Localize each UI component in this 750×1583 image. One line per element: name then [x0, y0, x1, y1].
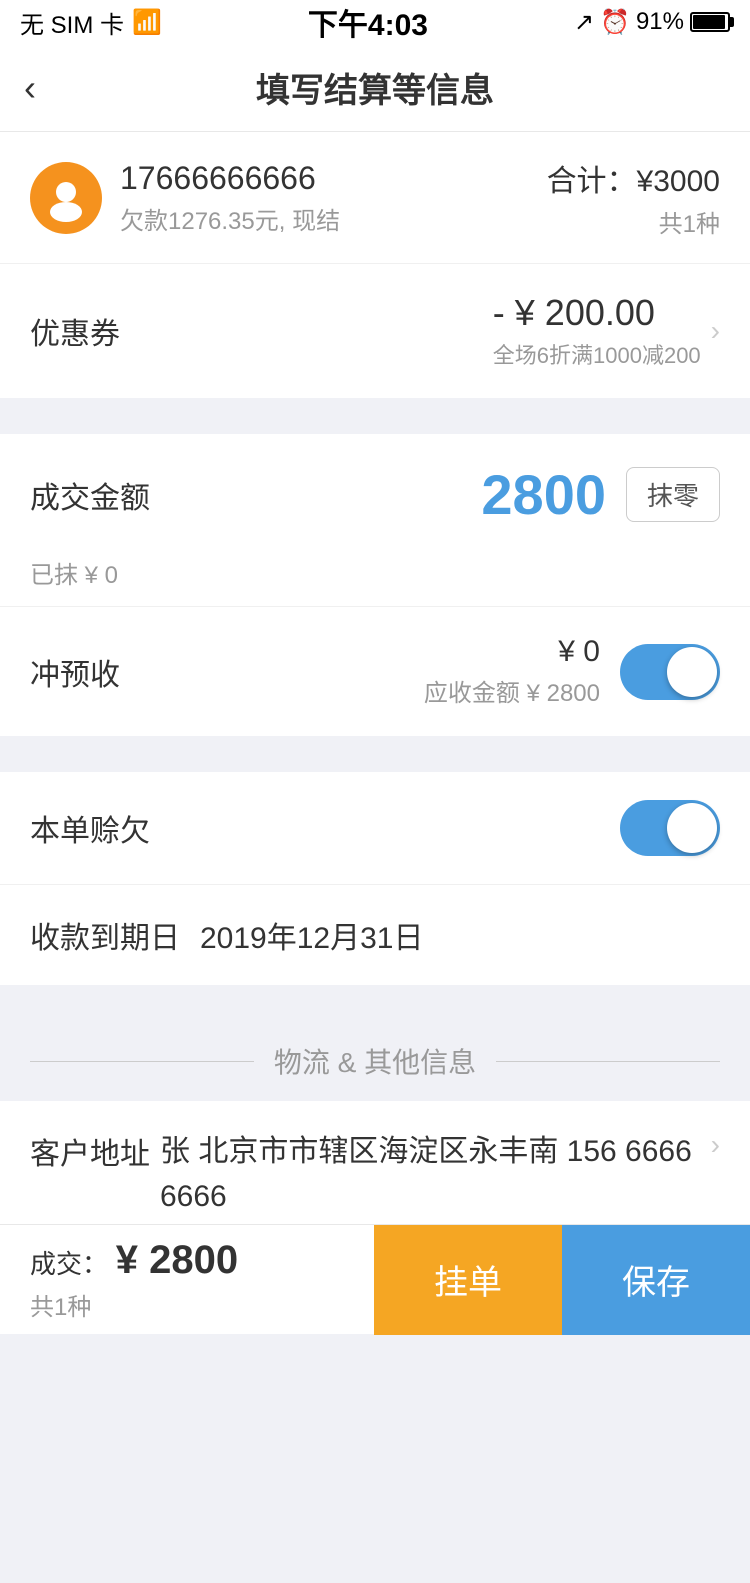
due-date-label: 收款到期日: [30, 913, 180, 957]
status-time: 下午4:03: [308, 0, 428, 44]
coupon-amount: - ¥ 200.00: [493, 292, 701, 334]
bottom-count: 共1种: [30, 1287, 344, 1322]
hang-order-button[interactable]: 挂单: [374, 1225, 562, 1335]
section-divider-1: [0, 414, 750, 434]
flush-amount-block: ¥ 0 应收金额 ¥ 2800: [424, 635, 600, 708]
nav-bar: ‹ 填写结算等信息: [0, 44, 750, 132]
coupon-label: 优惠券: [30, 309, 120, 353]
section-divider-2: [0, 752, 750, 772]
deal-amount-row: 成交金额 2800 抹零: [0, 434, 750, 555]
coupon-right: - ¥ 200.00 全场6折满1000减200 ›: [493, 292, 720, 370]
status-right: ↗ ⏰ 91%: [574, 8, 730, 37]
coupon-sub: 全场6折满1000减200: [493, 338, 701, 370]
logistics-header: 物流 & 其他信息: [0, 1021, 750, 1101]
round-zero-button[interactable]: 抹零: [626, 467, 720, 522]
flush-prepay-row: 冲预收 ¥ 0 应收金额 ¥ 2800: [0, 606, 750, 736]
divider-line-right: [496, 1061, 720, 1062]
due-date-value: 2019年12月31日: [200, 913, 423, 957]
deal-card: 成交金额 2800 抹零 已抹 ¥ 0 冲预收 ¥ 0 应收金额 ¥ 2800: [0, 434, 750, 736]
credit-row: 本单赊欠: [0, 772, 750, 884]
back-button[interactable]: ‹: [24, 67, 36, 109]
wifi-icon: 📶: [132, 8, 162, 37]
divider-line-left: [30, 1061, 254, 1062]
status-left: 无 SIM 卡 📶: [20, 5, 162, 40]
section-divider-3: [0, 1001, 750, 1021]
address-chevron-icon: ›: [711, 1129, 720, 1161]
credit-label: 本单赊欠: [30, 806, 150, 850]
customer-card: 17666666666 欠款1276.35元, 现结 合计：¥3000 共1种 …: [0, 132, 750, 398]
flush-right: ¥ 0 应收金额 ¥ 2800: [424, 635, 720, 708]
flush-prepay-label: 冲预收: [30, 650, 120, 694]
content-area: 17666666666 欠款1276.35元, 现结 合计：¥3000 共1种 …: [0, 132, 750, 1583]
bottom-deal-amount: ¥ 2800: [116, 1238, 238, 1282]
credit-toggle[interactable]: [620, 800, 720, 856]
due-date-row: 收款到期日 2019年12月31日: [0, 884, 750, 985]
status-bar: 无 SIM 卡 📶 下午4:03 ↗ ⏰ 91%: [0, 0, 750, 44]
customer-right: 合计：¥3000 共1种: [547, 156, 720, 239]
customer-row: 17666666666 欠款1276.35元, 现结 合计：¥3000 共1种: [0, 132, 750, 263]
avatar: [30, 162, 102, 234]
bottom-info: 成交： ¥ 2800 共1种: [0, 1238, 374, 1322]
carrier-label: 无 SIM 卡: [20, 5, 124, 40]
battery-icon: [690, 12, 730, 32]
bottom-deal-row: 成交： ¥ 2800: [30, 1238, 344, 1283]
chevron-right-icon: ›: [711, 315, 720, 347]
flush-prepay-toggle[interactable]: [620, 644, 720, 700]
deal-sub: 已抹 ¥ 0: [0, 555, 750, 606]
save-button[interactable]: 保存: [562, 1225, 750, 1335]
customer-sub: 欠款1276.35元, 现结: [120, 201, 340, 236]
address-content: 张 北京市市辖区海淀区永丰南 156 6666 6666: [160, 1129, 701, 1219]
deal-amount-value: 2800: [481, 462, 606, 527]
logistics-label: 物流 & 其他信息: [254, 1041, 496, 1081]
total-amount: 合计：¥3000: [547, 156, 720, 200]
customer-left: 17666666666 欠款1276.35元, 现结: [30, 160, 340, 236]
bottom-deal-label: 成交：: [30, 1249, 108, 1279]
customer-phone: 17666666666: [120, 160, 340, 197]
credit-card: 本单赊欠 收款到期日 2019年12月31日: [0, 772, 750, 985]
flush-amount: ¥ 0: [424, 635, 600, 669]
deal-amount-label: 成交金额: [30, 473, 150, 517]
customer-info: 17666666666 欠款1276.35元, 现结: [120, 160, 340, 236]
credit-toggle-knob: [667, 803, 717, 853]
flush-sub: 应收金额 ¥ 2800: [424, 673, 600, 708]
battery-label: 91%: [636, 8, 684, 36]
toggle-knob: [667, 647, 717, 697]
page-title: 填写结算等信息: [256, 63, 494, 112]
coupon-row[interactable]: 优惠券 - ¥ 200.00 全场6折满1000减200 ›: [0, 263, 750, 398]
location-icon: ↗: [574, 8, 594, 37]
bottom-bar: 成交： ¥ 2800 共1种 挂单 保存: [0, 1224, 750, 1334]
deal-right: 2800 抹零: [481, 462, 720, 527]
total-count: 共1种: [547, 204, 720, 239]
address-label: 客户地址: [30, 1129, 150, 1173]
alarm-icon: ⏰: [600, 8, 630, 37]
